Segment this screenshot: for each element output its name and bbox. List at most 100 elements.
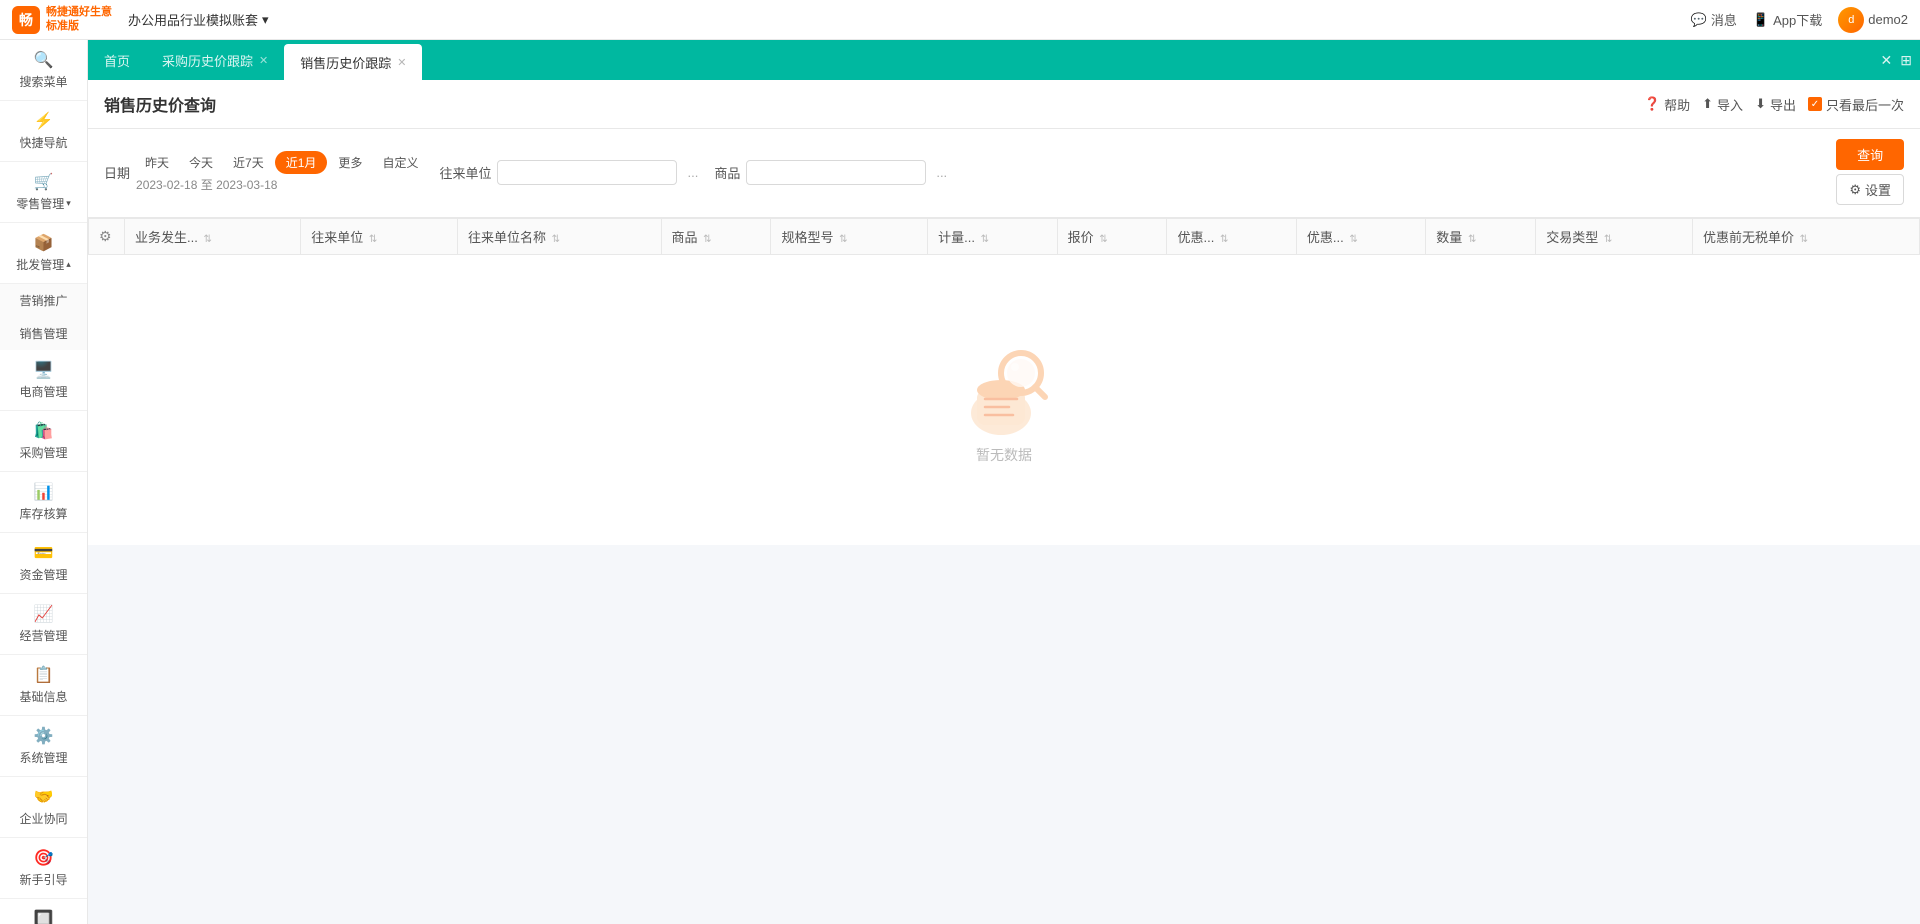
sidebar-item-sales[interactable]: 销售管理 [0,317,87,350]
empty-state-row: 暂无数据 [89,255,1920,546]
table-gear-icon[interactable]: ⚙ [99,228,112,244]
action-buttons: 查询 ⚙ 设置 [1836,139,1904,205]
apps-icon: 🔲 [4,909,83,924]
operations-icon: 📈 [4,604,83,624]
column-quoted-price[interactable]: 报价 ⇅ [1057,219,1167,255]
sidebar-item-marketing[interactable]: 营销推广 [0,284,87,317]
sort-icon-counterpart-code: ⇅ [369,234,377,245]
help-button[interactable]: ❓ 帮助 [1644,95,1690,114]
user-menu[interactable]: d demo2 [1838,7,1908,33]
date-7days[interactable]: 近7天 [224,151,273,174]
sidebar-item-system[interactable]: ⚙️ 系统管理 [0,716,87,777]
quick-nav-icon: ⚡ [4,111,83,131]
column-discount1[interactable]: 优惠... ⇅ [1167,219,1296,255]
inventory-icon: 📊 [4,482,83,502]
date-yesterday[interactable]: 昨天 [136,151,178,174]
date-1month[interactable]: 近1月 [275,151,328,174]
filter-area: 日期 昨天 今天 近7天 近1月 更多 自定义 2023-02-18 至 202… [88,129,1920,218]
tab-bar: 首页 采购历史价跟踪 ✕ 销售历史价跟踪 ✕ ✕ ⊞ [88,40,1920,80]
page-content: 销售历史价查询 ❓ 帮助 ⬆ 导入 ⬇ 导出 [88,80,1920,924]
date-today[interactable]: 今天 [180,151,222,174]
sidebar-item-guide[interactable]: 🎯 新手引导 [0,838,87,899]
topbar-left: 畅 畅捷通好生意 标准版 办公用品行业模拟账套 ▾ [12,6,277,34]
column-pre-tax-price[interactable]: 优惠前无税单价 ⇅ [1692,219,1919,255]
counterpart-input[interactable] [497,160,677,185]
tab-close-sales[interactable]: ✕ [397,56,406,69]
date-filter-group: 日期 昨天 今天 近7天 近1月 更多 自定义 2023-02-18 至 202… [104,151,427,193]
avatar: d [1838,7,1864,33]
goods-filter: 商品 ... [714,160,951,185]
sort-icon-counterpart-name: ⇅ [552,234,560,245]
column-trade-type[interactable]: 交易类型 ⇅ [1536,219,1693,255]
sidebar-item-inventory[interactable]: 📊 库存核算 [0,472,87,533]
basic-icon: 📋 [4,665,83,685]
app-download-button[interactable]: 📱 App下载 [1753,10,1822,29]
date-custom[interactable]: 自定义 [373,151,427,174]
query-button[interactable]: 查询 [1836,139,1904,170]
purchase-icon: 🛍️ [4,421,83,441]
sidebar-item-basic[interactable]: 📋 基础信息 [0,655,87,716]
chevron-up-icon: ▴ [66,259,71,270]
goods-picker[interactable]: ... [932,161,951,184]
date-range: 2023-02-18 至 2023-03-18 [136,176,427,193]
checkbox-icon: ✓ [1808,97,1822,111]
sidebar-item-purchase[interactable]: 🛍️ 采购管理 [0,411,87,472]
sidebar-item-ecommerce[interactable]: 🖥️ 电商管理 [0,350,87,411]
table-container: ⚙ 业务发生... ⇅ 往来单位 ⇅ 往来单位名称 [88,218,1920,545]
sort-icon-pre-tax-price: ⇅ [1800,234,1808,245]
date-more[interactable]: 更多 [329,151,371,174]
wholesale-icon: 📦 [4,233,83,253]
content-area: 首页 采购历史价跟踪 ✕ 销售历史价跟踪 ✕ ✕ ⊞ 销售历史价查询 [88,40,1920,924]
logo-icon: 畅 [12,6,40,34]
export-button[interactable]: ⬇ 导出 [1755,95,1796,114]
sort-icon-goods: ⇅ [703,234,711,245]
column-unit[interactable]: 计量... ⇅ [928,219,1057,255]
date-buttons: 昨天 今天 近7天 近1月 更多 自定义 [136,151,427,174]
sort-icon-quoted-price: ⇅ [1099,234,1107,245]
column-biz-date[interactable]: 业务发生... ⇅ [125,219,301,255]
counterpart-filter: 往来单位 ... [439,160,702,185]
sort-icon-spec: ⇅ [839,234,847,245]
finance-icon: 💳 [4,543,83,563]
cooperation-icon: 🤝 [4,787,83,807]
column-goods[interactable]: 商品 ⇅ [661,219,771,255]
topbar-right: 💬 消息 📱 App下载 d demo2 [1691,7,1908,33]
message-button[interactable]: 💬 消息 [1691,10,1737,29]
tab-purchase-history[interactable]: 采购历史价跟踪 ✕ [146,40,284,80]
empty-illustration [949,335,1059,445]
sidebar-item-operations[interactable]: 📈 经营管理 [0,594,87,655]
sidebar-item-cooperation[interactable]: 🤝 企业协同 [0,777,87,838]
settings-button[interactable]: ⚙ 设置 [1836,174,1904,205]
tab-home[interactable]: 首页 [88,40,146,80]
sidebar-item-wholesale[interactable]: 📦 批发管理 ▴ [0,223,87,284]
column-counterpart-code[interactable]: 往来单位 ⇅ [301,219,458,255]
tab-close-all-button[interactable]: ✕ [1881,52,1893,69]
main-layout: 🔍 搜索菜单 ⚡ 快捷导航 🛒 零售管理 ▾ 📦 批发管理 ▴ 营销推广 销售管… [0,40,1920,924]
app-selector[interactable]: 办公用品行业模拟账套 ▾ [120,6,277,33]
counterpart-picker[interactable]: ... [683,161,702,184]
system-icon: ⚙️ [4,726,83,746]
column-counterpart-name[interactable]: 往来单位名称 ⇅ [457,219,661,255]
column-spec[interactable]: 规格型号 ⇅ [771,219,928,255]
only-last-checkbox[interactable]: ✓ 只看最后一次 [1808,95,1904,114]
column-discount2[interactable]: 优惠... ⇅ [1296,219,1425,255]
table-header-row: ⚙ 业务发生... ⇅ 往来单位 ⇅ 往来单位名称 [89,219,1920,255]
sort-icon-discount2: ⇅ [1349,234,1357,245]
tab-maximize-button[interactable]: ⊞ [1900,52,1912,69]
import-button[interactable]: ⬆ 导入 [1702,95,1743,114]
sidebar-item-quick-nav[interactable]: ⚡ 快捷导航 [0,101,87,162]
sidebar-item-finance[interactable]: 💳 资金管理 [0,533,87,594]
sidebar-item-apps[interactable]: 🔲 应用中心 [0,899,87,924]
page-title: 销售历史价查询 [104,92,216,116]
help-icon: ❓ [1644,96,1660,112]
sidebar-item-retail[interactable]: 🛒 零售管理 ▾ [0,162,87,223]
column-quantity[interactable]: 数量 ⇅ [1426,219,1536,255]
sidebar-item-search-menu[interactable]: 🔍 搜索菜单 [0,40,87,101]
guide-icon: 🎯 [4,848,83,868]
tab-close-purchase[interactable]: ✕ [259,54,268,67]
goods-input[interactable] [746,160,926,185]
counterpart-label: 往来单位 [439,163,491,182]
export-icon: ⬇ [1755,96,1766,112]
sort-icon-biz-date: ⇅ [203,234,211,245]
tab-sales-history[interactable]: 销售历史价跟踪 ✕ [284,44,422,80]
